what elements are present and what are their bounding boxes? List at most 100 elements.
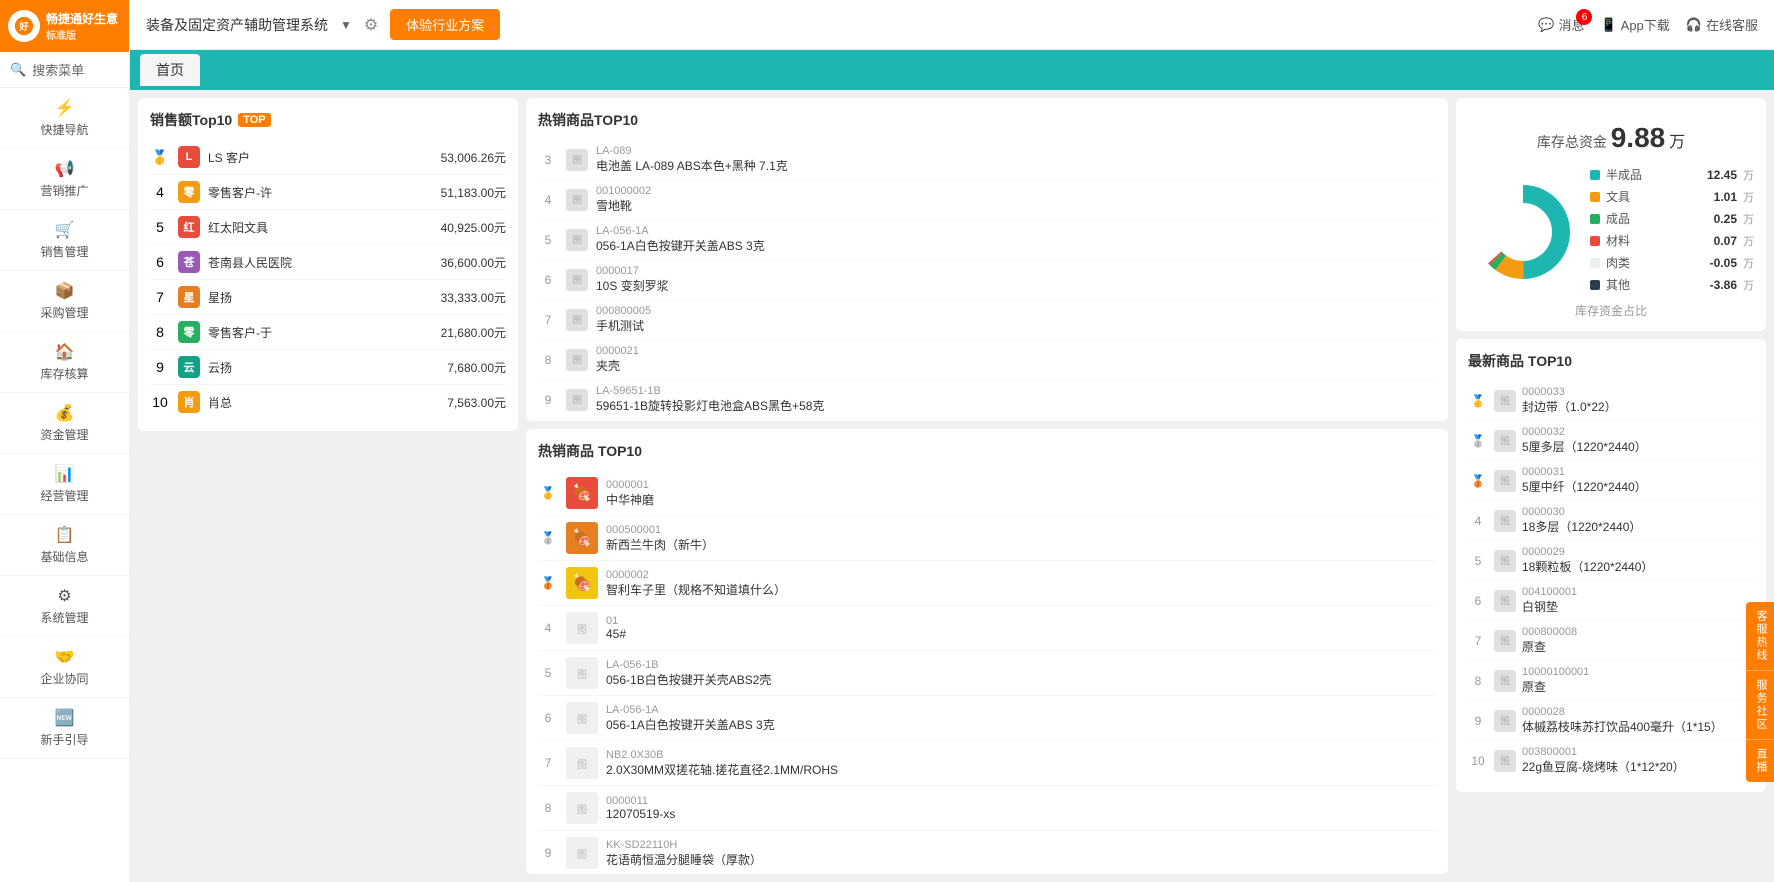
right-column: 库存总资金 9.88 万: [1456, 98, 1766, 874]
sales-product-item[interactable]: 3 图 LA-089 电池盖 LA-089 ABS本色+黑种 7.1克: [538, 140, 1436, 180]
sales-product-item[interactable]: 5 图 LA-056-1A 056-1A白色按键开关盖ABS 3克: [538, 220, 1436, 260]
float-btn-live[interactable]: 直播: [1746, 740, 1774, 782]
hot-product-item[interactable]: 6 图 LA-056-1A 056-1A白色按键开关盖ABS 3克: [538, 696, 1436, 741]
hot-product-item[interactable]: 7 图 NB2.0X30B 2.0X30MM双搓花轴.搓花直径2.1MM/ROH…: [538, 741, 1436, 786]
new-product-item[interactable]: 🥉 图 0000031 5厘中纤（1220*2440）: [1468, 461, 1754, 501]
topbar: 装备及固定资产辅助管理系统 ▼ ⚙ 体验行业方案 💬 消息 6 📱 App下载 …: [130, 0, 1774, 50]
sidebar-item-system[interactable]: ⚙ 系统管理: [0, 576, 129, 637]
sidebar-item-finance[interactable]: 💰 资金管理: [0, 393, 129, 454]
legend-name: 成品: [1606, 210, 1708, 227]
legend-name: 材料: [1606, 232, 1708, 249]
hot-product-item[interactable]: 🥈 🍖 000500001 新西兰牛肉（新牛）: [538, 516, 1436, 561]
customer-list-item[interactable]: 🥇 L LS 客户 53,006.26元: [150, 140, 506, 175]
product-code: 01: [606, 615, 1436, 627]
trial-button[interactable]: 体验行业方案: [390, 9, 500, 40]
rank-medal: 🥇: [150, 149, 170, 166]
new-product-item[interactable]: 🥇 图 0000033 封边带（1.0*22）: [1468, 381, 1754, 421]
customer-list-item[interactable]: 5 红 红太阳文具 40,925.00元: [150, 210, 506, 245]
sidebar-item-operations[interactable]: 📊 经营管理: [0, 454, 129, 515]
customer-list-item[interactable]: 9 云 云扬 7,680.00元: [150, 350, 506, 385]
customer-avatar: 零: [178, 321, 200, 343]
legend-value: 12.45: [1707, 168, 1737, 182]
product-code: LA-056-1B: [606, 659, 1436, 671]
app-download-btn[interactable]: 📱 App下载: [1600, 15, 1669, 34]
customer-list-item[interactable]: 10 肖 肖总 7,563.00元: [150, 385, 506, 419]
product-placeholder: 图: [1494, 750, 1516, 772]
customer-list-item[interactable]: 4 零 零售客户-许 51,183.00元: [150, 175, 506, 210]
sales-product-item[interactable]: 8 图 0000021 夹壳: [538, 340, 1436, 380]
new-product-item[interactable]: 7 图 000800008 原查: [1468, 621, 1754, 661]
customer-value: 21,680.00元: [441, 324, 506, 341]
sales-product-item[interactable]: 6 图 0000017 10S 变刻罗浆: [538, 260, 1436, 300]
sidebar-item-inventory[interactable]: 🏠 库存核算: [0, 332, 129, 393]
customer-list-item[interactable]: 6 苍 苍南县人民医院 36,600.00元: [150, 245, 506, 280]
tab-home[interactable]: 首页: [140, 54, 200, 86]
product-code: NB2.0X30B: [606, 749, 1436, 761]
product-placeholder: 图: [1494, 670, 1516, 692]
rank-medal: 7: [150, 289, 170, 305]
sales-product-item[interactable]: 9 图 LA-59651-1B 59651-1B旋转投影灯电池盒ABS黑色+58…: [538, 380, 1436, 419]
customer-avatar: 苍: [178, 251, 200, 273]
float-btn-community[interactable]: 服务社区: [1746, 671, 1774, 740]
main-area: 装备及固定资产辅助管理系统 ▼ ⚙ 体验行业方案 💬 消息 6 📱 App下载 …: [130, 0, 1774, 882]
rank-label: 6: [538, 273, 558, 287]
float-btn-service[interactable]: 客服热线: [1746, 602, 1774, 671]
rank-label: 3: [538, 153, 558, 167]
new-product-item[interactable]: 6 图 004100001 白钢垫: [1468, 581, 1754, 621]
customer-value: 40,925.00元: [441, 219, 506, 236]
hot-product-item[interactable]: 4 图 01 45#: [538, 606, 1436, 651]
rank-label: 🥈: [538, 531, 558, 545]
nav-tabs: 首页: [130, 50, 1774, 90]
purchase-icon: 📦: [55, 281, 75, 301]
hot-product-item[interactable]: 🥇 🍖 0000001 中华神磨: [538, 471, 1436, 516]
customer-list-item[interactable]: 8 零 零售客户-于 21,680.00元: [150, 315, 506, 350]
rank-label: 🥇: [538, 486, 558, 500]
search-menu-item[interactable]: 🔍 搜索菜单: [0, 52, 129, 88]
customer-name: 零售客户-许: [208, 184, 433, 201]
product-thumb: 🍖: [566, 522, 598, 554]
hot-product-item[interactable]: 🥉 🍖 0000002 智利车子里（规格不知道填什么）: [538, 561, 1436, 606]
sidebar-item-enterprise[interactable]: 🤝 企业协同: [0, 637, 129, 698]
customer-avatar: 红: [178, 216, 200, 238]
new-product-item[interactable]: 9 图 0000028 体槭荔枝味苏打饮品400毫升（1*15）: [1468, 701, 1754, 741]
rank-medal: 6: [150, 254, 170, 270]
sidebar-item-marketing[interactable]: 📢 营销推广: [0, 149, 129, 210]
system-dropdown-btn[interactable]: ▼: [340, 18, 352, 32]
sidebar-item-sales[interactable]: 🛒 销售管理: [0, 210, 129, 271]
sales-product-item[interactable]: 4 图 001000002 雪地靴: [538, 180, 1436, 220]
online-service-btn[interactable]: 🎧 在线客服: [1686, 15, 1758, 34]
messages-btn[interactable]: 💬 消息 6: [1538, 15, 1584, 34]
hot-product-item[interactable]: 5 图 LA-056-1B 056-1B白色按键开关壳ABS2壳: [538, 651, 1436, 696]
rank-label: 7: [538, 313, 558, 327]
hot-product-item[interactable]: 9 图 KK-SD22110H 花语萌恒温分腿睡袋（厚款）: [538, 831, 1436, 874]
hot-product-item[interactable]: 8 图 0000011 12070519-xs: [538, 786, 1436, 831]
marketing-icon: 📢: [55, 159, 75, 179]
new-product-item[interactable]: 5 图 0000029 18颗粒板（1220*2440）: [1468, 541, 1754, 581]
sidebar-logo: 好 畅捷通好生意 标准版: [0, 0, 129, 52]
customer-name: 星扬: [208, 289, 433, 306]
legend-list: 半成品 12.45 万 文具 1.01 万 成品 0.25 万 材料 0.07 …: [1590, 166, 1754, 298]
sales-product-item[interactable]: 7 图 000800005 手机测试: [538, 300, 1436, 340]
product-placeholder: 图: [1494, 430, 1516, 452]
settings-icon[interactable]: ⚙: [364, 15, 378, 35]
newest-products-card: 最新商品 TOP10 🥇 图 0000033 封边带（1.0*22） 🥈 图 0…: [1456, 339, 1766, 792]
product-info: 0000011 12070519-xs: [606, 795, 1436, 821]
new-product-item[interactable]: 8 图 10000100001 原查: [1468, 661, 1754, 701]
top-customers-title: 销售额Top10 TOP: [150, 110, 506, 130]
customer-avatar: 零: [178, 181, 200, 203]
new-product-item[interactable]: 4 图 0000030 18多层（1220*2440）: [1468, 501, 1754, 541]
rank-label: 8: [538, 801, 558, 815]
sidebar-item-purchase[interactable]: 📦 采购管理: [0, 271, 129, 332]
product-thumb: 🍖: [566, 477, 598, 509]
new-product-item[interactable]: 🥈 图 0000032 5厘多层（1220*2440）: [1468, 421, 1754, 461]
left-column: 销售额Top10 TOP 🥇 L LS 客户 53,006.26元 4 零 零售…: [138, 98, 518, 874]
product-thumb: 图: [566, 837, 598, 869]
sidebar-item-quick-nav[interactable]: ⚡ 快捷导航: [0, 88, 129, 149]
hot-products-title: 热销商品 TOP10: [538, 441, 1436, 461]
new-product-item[interactable]: 10 图 003800001 22g鱼豆腐-烧烤味（1*12*20）: [1468, 741, 1754, 780]
sidebar-item-basic-info[interactable]: 📋 基础信息: [0, 515, 129, 576]
legend-value: 0.25: [1714, 212, 1737, 226]
sidebar-item-guide[interactable]: 🆕 新手引导: [0, 698, 129, 759]
customer-list-item[interactable]: 7 星 星扬 33,333.00元: [150, 280, 506, 315]
legend-name: 肉类: [1606, 254, 1704, 271]
